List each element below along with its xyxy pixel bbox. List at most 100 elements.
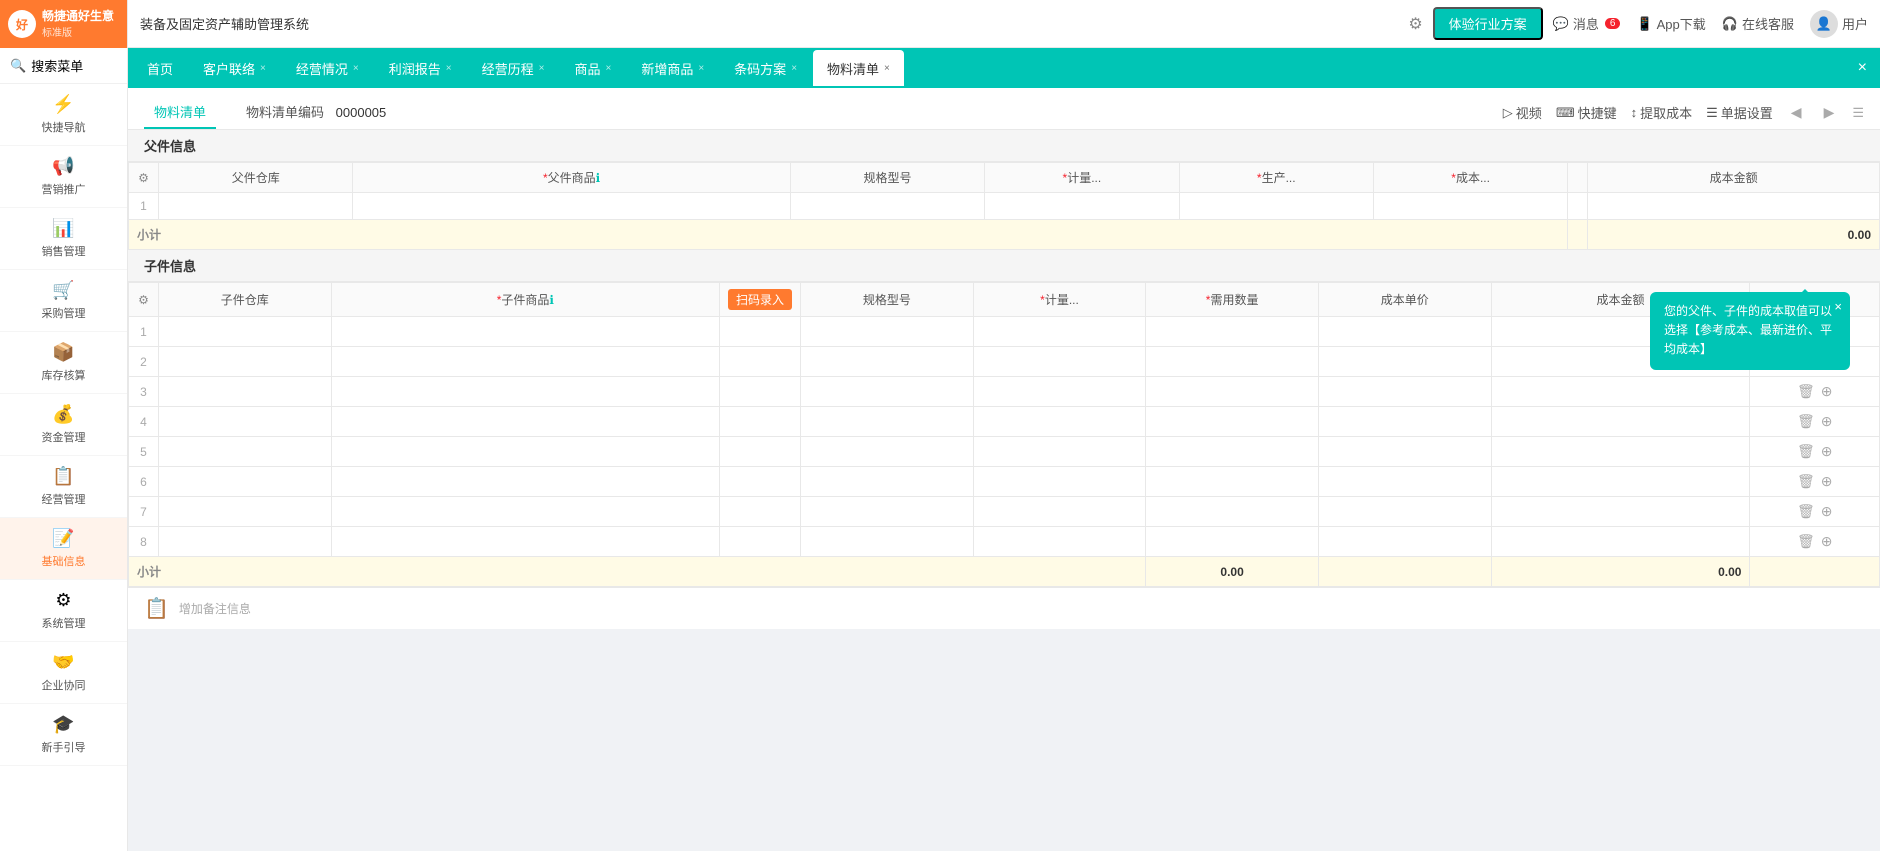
parent-spec-cell[interactable] [790,193,984,220]
delete-icon[interactable]: 🗑 [1797,533,1815,550]
delete-icon[interactable]: 🗑 [1797,443,1815,460]
sub-tab-bom-list[interactable]: 物料清单 [144,96,216,129]
close-bom-icon[interactable]: × [884,63,890,74]
child-warehouse-1[interactable] [159,317,332,347]
sidebar-item-label: 新手引导 [42,739,86,755]
close-new-goods-icon[interactable]: × [698,63,704,74]
child-spec-1[interactable] [801,317,974,347]
single-settings-action[interactable]: ☰ 单据设置 [1706,103,1773,122]
delete-icon[interactable]: 🗑 [1797,473,1815,490]
copy-icon[interactable]: ⊕ [1821,473,1833,490]
tab-customers[interactable]: 客户联络 × [189,50,280,86]
download-icon: 📱 [1636,16,1652,32]
parent-unit-cell[interactable] [985,193,1179,220]
extract-cost-action[interactable]: ↕ 提取成本 [1631,103,1693,122]
parent-produce-cell[interactable] [1179,193,1373,220]
table-row: 8 🗑 ⊕ [129,527,1880,557]
sidebar-item-guide[interactable]: 🎓 新手引导 [0,704,127,766]
app-download-btn[interactable]: 📱 App下载 [1636,14,1705,33]
sub-tabs-right: ▷ 视频 ⌨ 快捷键 ↕ 提取成本 ☰ 单据设置 ◀ [1503,103,1864,122]
child-gear-icon[interactable]: ⚙ [138,293,149,307]
copy-icon[interactable]: ⊕ [1821,503,1833,520]
close-customers-icon[interactable]: × [260,63,266,74]
child-unit-1[interactable] [973,317,1146,347]
message-icon: 💬 [1553,16,1569,32]
nav-next-icon[interactable]: ▶ [1820,104,1839,121]
tooltip-text: 您的父件、子件的成本取值可以选择【参考成本、最新进价、平均成本】 [1664,304,1832,356]
copy-icon[interactable]: ⊕ [1821,383,1833,400]
tab-operations[interactable]: 经营情况 × [282,50,373,86]
child-warehouse-2[interactable] [159,347,332,377]
child-col-qty: *需用数量 [1146,283,1319,317]
row-num: 1 [129,193,159,220]
tab-goods[interactable]: 商品 × [560,50,625,86]
parent-warehouse-cell[interactable] [159,193,353,220]
parent-product-cell[interactable] [353,193,790,220]
tab-bom[interactable]: 物料清单 × [813,50,904,86]
extract-icon: ↕ [1631,105,1638,120]
add-notes-label[interactable]: 增加备注信息 [179,600,251,617]
sidebar-item-cooperation[interactable]: 🤝 企业协同 [0,642,127,704]
sidebar-item-operation[interactable]: 📋 经营管理 [0,456,127,518]
copy-icon[interactable]: ⊕ [1821,533,1833,550]
parent-col-spec: 规格型号 [790,163,984,193]
close-all-tabs-icon[interactable]: × [1850,59,1875,77]
delete-icon[interactable]: 🗑 [1797,503,1815,520]
sidebar-item-sales[interactable]: 📊 销售管理 [0,208,127,270]
sidebar-item-system[interactable]: ⚙ 系统管理 [0,580,127,642]
child-qty-1[interactable] [1146,317,1319,347]
close-operations-icon[interactable]: × [353,63,359,74]
sidebar-item-basic-info[interactable]: 📝 基础信息 [0,518,127,580]
gear-icon[interactable]: ⚙ [138,171,149,185]
tab-operations-label: 经营情况 [296,59,348,78]
close-history-icon[interactable]: × [539,63,545,74]
scan-button[interactable]: 扫码录入 [728,289,792,310]
sidebar-item-label: 库存核算 [42,367,86,383]
bom-code-label: 物料清单编码 [246,105,324,120]
tab-profit[interactable]: 利润报告 × [375,50,466,86]
close-profit-icon[interactable]: × [446,63,452,74]
child-product-1[interactable] [331,317,719,347]
message-btn[interactable]: 💬 消息 6 [1553,14,1621,33]
parent-cost-cell[interactable] [1373,193,1567,220]
sidebar-item-marketing[interactable]: 📢 营销推广 [0,146,127,208]
list-view-icon[interactable]: ☰ [1852,105,1864,121]
sidebar-item-quick-nav[interactable]: ⚡ 快捷导航 [0,84,127,146]
sidebar-item-purchase[interactable]: 🛒 采购管理 [0,270,127,332]
system-icon: ⚙ [55,590,71,611]
topbar-settings-icon[interactable]: ⚙ [1408,14,1422,34]
tooltip-close-icon[interactable]: × [1834,297,1842,318]
sidebar-item-label: 资金管理 [42,429,86,445]
close-barcode-icon[interactable]: × [791,63,797,74]
search-menu[interactable]: 🔍 搜索菜单 [0,48,127,84]
tab-history[interactable]: 经营历程 × [468,50,559,86]
purchase-icon: 🛒 [52,280,74,301]
quick-nav-icon: ⚡ [52,94,74,115]
view-action[interactable]: ▷ 视频 [1503,103,1542,122]
sidebar-item-finance[interactable]: 💰 资金管理 [0,394,127,456]
user-btn[interactable]: 👤 用户 [1810,10,1868,38]
sidebar-item-label: 企业协同 [42,677,86,693]
delete-icon[interactable]: 🗑 [1797,413,1815,430]
child-product-info-icon[interactable]: ℹ [549,293,554,307]
parent-product-info-icon[interactable]: ℹ [596,171,601,185]
tab-goods-label: 商品 [574,59,600,78]
parent-col-cost-amt: 成本金额 [1588,163,1880,193]
nav-prev-icon[interactable]: ◀ [1787,104,1806,121]
child-price-1[interactable] [1318,317,1491,347]
delete-icon[interactable]: 🗑 [1797,383,1815,400]
sidebar-item-label: 经营管理 [42,491,86,507]
shortcuts-action[interactable]: ⌨ 快捷键 [1556,103,1617,122]
sidebar-item-inventory[interactable]: 📦 库存核算 [0,332,127,394]
tab-home[interactable]: 首页 [133,50,187,86]
search-icon: 🔍 [10,58,26,74]
tab-barcode[interactable]: 条码方案 × [720,50,811,86]
copy-icon[interactable]: ⊕ [1821,413,1833,430]
close-goods-icon[interactable]: × [605,63,611,74]
tab-new-goods[interactable]: 新增商品 × [627,50,718,86]
child-product-2[interactable] [331,347,719,377]
online-service-btn[interactable]: 🎧 在线客服 [1722,14,1794,33]
copy-icon[interactable]: ⊕ [1821,443,1833,460]
table-row: 1 [129,193,1880,220]
trial-button[interactable]: 体验行业方案 [1433,7,1543,40]
